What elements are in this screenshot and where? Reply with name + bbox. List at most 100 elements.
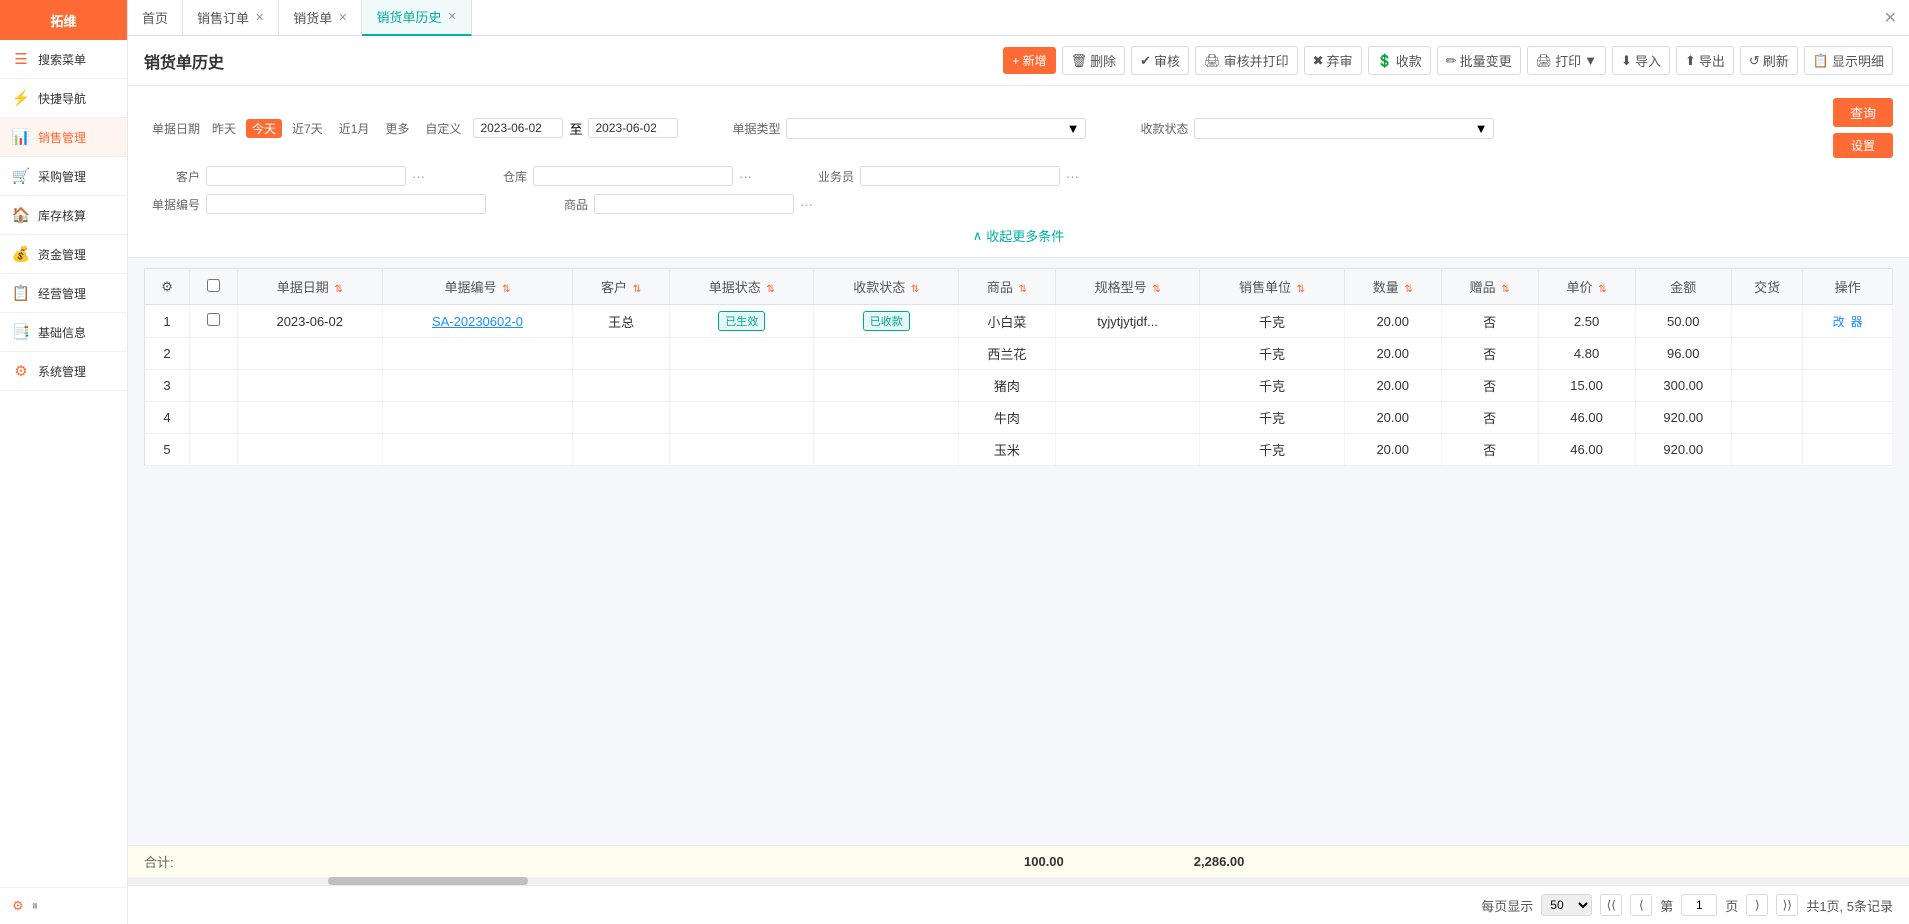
col-goods[interactable]: 商品 ⇅ — [958, 269, 1055, 305]
export-button[interactable]: ⬆ 导出 — [1676, 46, 1734, 75]
col-amount[interactable]: 金额 — [1635, 269, 1731, 305]
sidebar-bottom-icon1[interactable]: ⚙ — [12, 898, 24, 914]
close-sales-goods-tab[interactable]: ✕ — [338, 11, 347, 24]
date-from-input[interactable] — [473, 118, 563, 138]
sidebar-item-purchase-mgmt[interactable]: 🛒 采购管理 — [0, 157, 127, 196]
sidebar-bottom: ⚙ ⏸ — [0, 887, 127, 924]
tab-home[interactable]: 首页 — [128, 0, 183, 36]
cell-checkbox[interactable] — [190, 338, 238, 370]
prev-page-btn[interactable]: ⟨ — [1630, 894, 1652, 916]
date-yesterday[interactable]: 昨天 — [206, 119, 242, 138]
cell-doc-number[interactable] — [382, 434, 572, 466]
cell-action: 改器 — [1803, 305, 1893, 338]
page-number-input[interactable] — [1681, 894, 1717, 916]
audit-button[interactable]: ✔ 审核 — [1131, 46, 1189, 75]
date-today[interactable]: 今天 — [246, 119, 282, 138]
col-unit-price[interactable]: 单价 ⇅ — [1538, 269, 1635, 305]
col-spec[interactable]: 规格型号 ⇅ — [1055, 269, 1199, 305]
audit-print-button[interactable]: 🖨 审核并打印 — [1195, 46, 1298, 75]
sidebar-item-operations[interactable]: 📋 经营管理 — [0, 274, 127, 313]
col-qty[interactable]: 数量 ⇅ — [1344, 269, 1441, 305]
warehouse-input[interactable] — [533, 166, 733, 186]
col-unit[interactable]: 销售单位 ⇅ — [1200, 269, 1344, 305]
salesperson-input[interactable] — [860, 166, 1060, 186]
next-page-btn[interactable]: ⟩ — [1746, 894, 1768, 916]
date-more[interactable]: 更多 — [379, 119, 415, 138]
col-settings[interactable]: ⚙ — [145, 269, 190, 305]
cell-doc-number[interactable] — [382, 338, 572, 370]
doc-type-select[interactable]: ▼ — [786, 118, 1086, 139]
cell-checkbox[interactable] — [190, 370, 238, 402]
warehouse-dots[interactable]: ··· — [739, 169, 752, 184]
payment-status-select[interactable]: ▼ — [1194, 118, 1494, 139]
cell-checkbox[interactable] — [190, 305, 238, 338]
cell-checkbox[interactable] — [190, 434, 238, 466]
cell-doc-number[interactable] — [382, 370, 572, 402]
sidebar-item-search-menu[interactable]: ☰ 搜索菜单 — [0, 40, 127, 79]
date-to-input[interactable] — [588, 118, 678, 138]
sidebar-item-label: 销售管理 — [38, 129, 86, 146]
import-button[interactable]: ⬇ 导入 — [1612, 46, 1670, 75]
goods-input[interactable] — [594, 194, 794, 214]
export-icon: ⬆ — [1685, 53, 1696, 69]
goods-dots[interactable]: ··· — [800, 197, 813, 212]
customer-input[interactable] — [206, 166, 406, 186]
tab-sales-goods[interactable]: 销货单 ✕ — [279, 0, 362, 36]
sidebar-item-label: 搜索菜单 — [38, 51, 86, 68]
collapse-filter-btn[interactable]: ∧ 收起更多条件 — [144, 222, 1893, 245]
close-sales-order-tab[interactable]: ✕ — [255, 11, 264, 24]
sidebar-item-quick-nav[interactable]: ⚡ 快捷导航 — [0, 79, 127, 118]
date-1month[interactable]: 近1月 — [333, 119, 376, 138]
last-page-btn[interactable]: ⟩⟩ — [1776, 894, 1798, 916]
edit-action-btn[interactable]: 改 — [1830, 313, 1848, 330]
col-doc-date[interactable]: 单据日期 ⇅ — [237, 269, 382, 305]
col-doc-number[interactable]: 单据编号 ⇅ — [382, 269, 572, 305]
col-checkbox[interactable] — [190, 269, 238, 305]
cell-checkbox[interactable] — [190, 402, 238, 434]
sidebar-item-inventory[interactable]: 🏠 库存核算 — [0, 196, 127, 235]
refresh-button[interactable]: ↺ 刷新 — [1740, 46, 1798, 75]
sidebar-item-sys-mgmt[interactable]: ⚙ 系统管理 — [0, 352, 127, 391]
cell-doc-number[interactable]: SA-20230602-0 — [382, 305, 572, 338]
cell-qty: 20.00 — [1344, 434, 1441, 466]
date-custom[interactable]: 自定义 — [419, 119, 467, 138]
tab-sales-order[interactable]: 销售订单 ✕ — [183, 0, 279, 36]
col-doc-status[interactable]: 单据状态 ⇅ — [670, 269, 814, 305]
delete-button[interactable]: 🗑 删除 — [1062, 46, 1126, 75]
settings-button[interactable]: 设置 — [1833, 133, 1893, 158]
salesperson-filter: 业务员 ··· — [798, 166, 1079, 186]
per-page-select[interactable]: 50 100 200 — [1541, 894, 1592, 916]
col-delivery[interactable]: 交货 — [1731, 269, 1802, 305]
collect-button[interactable]: 💲 收款 — [1368, 46, 1431, 75]
close-sales-history-tab[interactable]: ✕ — [448, 10, 457, 23]
tab-sales-history[interactable]: 销货单历史 ✕ — [362, 0, 471, 36]
select-all-checkbox[interactable] — [207, 279, 220, 292]
query-button[interactable]: 查询 — [1833, 98, 1893, 127]
col-payment-status[interactable]: 收款状态 ⇅ — [814, 269, 958, 305]
scrollbar-thumb[interactable] — [328, 877, 528, 885]
sidebar-item-sales-mgmt[interactable]: 📊 销售管理 — [0, 118, 127, 157]
customer-dots[interactable]: ··· — [412, 169, 425, 184]
abandon-button[interactable]: ✖ 弃审 — [1304, 46, 1362, 75]
more-action-btn[interactable]: 器 — [1848, 313, 1866, 330]
batch-change-button[interactable]: ✏ 批量变更 — [1437, 46, 1521, 75]
date-7days[interactable]: 近7天 — [286, 119, 329, 138]
close-all-tabs-btn[interactable]: ✕ — [1872, 8, 1909, 28]
cell-doc-number[interactable] — [382, 402, 572, 434]
right-buttons: 查询 设置 — [1833, 98, 1893, 158]
horizontal-scrollbar[interactable] — [128, 877, 1909, 885]
sidebar-bottom-icon2[interactable]: ⏸ — [32, 898, 39, 914]
cell-delivery — [1731, 338, 1802, 370]
first-page-btn[interactable]: ⟨⟨ — [1600, 894, 1622, 916]
sidebar-item-finance[interactable]: 💰 资金管理 — [0, 235, 127, 274]
col-gift[interactable]: 赠品 ⇅ — [1441, 269, 1538, 305]
show-detail-button[interactable]: 📋 显示明细 — [1804, 46, 1893, 75]
salesperson-dots[interactable]: ··· — [1066, 169, 1079, 184]
new-button[interactable]: + 新增 — [1003, 47, 1055, 74]
cell-unit-price: 46.00 — [1538, 434, 1635, 466]
doc-number-input[interactable] — [206, 194, 486, 214]
date-separator: 至 — [569, 119, 582, 138]
sidebar-item-basic-info[interactable]: 📑 基础信息 — [0, 313, 127, 352]
print-button[interactable]: 🖨 打印 ▼ — [1527, 46, 1606, 75]
col-customer[interactable]: 客户 ⇅ — [573, 269, 670, 305]
